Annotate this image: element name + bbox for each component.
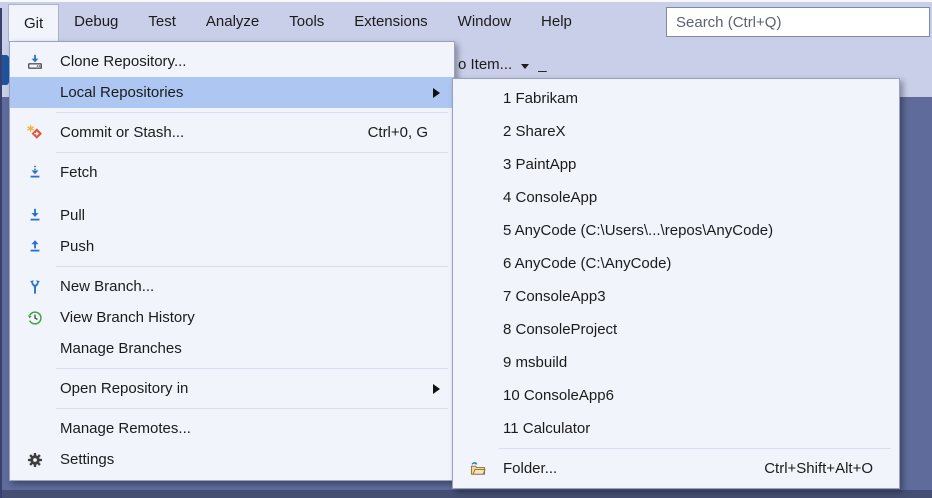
menubar-item[interactable]: Help — [526, 0, 587, 42]
menu-item-label: 3 PaintApp — [503, 156, 577, 173]
submenu-arrow-icon — [433, 87, 440, 98]
menu-item[interactable]: 5 AnyCode (C:\Users\...\repos\AnyCode) — [453, 214, 899, 247]
menubar-item[interactable]: Git — [8, 4, 60, 42]
menu-item[interactable]: 9 msbuild — [453, 346, 899, 379]
menu-separator — [499, 448, 891, 449]
menu-item-label: Commit or Stash... — [60, 124, 185, 141]
menu-item[interactable]: Settings — [10, 444, 454, 475]
menu-item-label: Local Repositories — [60, 84, 184, 101]
dropdown-caret-icon — [521, 63, 530, 69]
menu-item-label: 4 ConsoleApp — [503, 189, 598, 206]
menu-item[interactable]: Commit or Stash... Ctrl+0, G — [10, 117, 454, 148]
menu-item-label: New Branch... — [60, 278, 155, 295]
menu-item[interactable]: Local Repositories — [10, 77, 454, 108]
menu-separator — [56, 368, 448, 369]
menu-item[interactable]: 10 ConsoleApp6 — [453, 379, 899, 412]
menu-item[interactable]: 1 Fabrikam — [453, 82, 899, 115]
menubar-item[interactable]: Test — [133, 0, 191, 42]
branch-icon — [10, 279, 60, 295]
pull-icon — [10, 208, 60, 224]
window-bottom-border — [0, 490, 932, 498]
menu-item[interactable]: Folder... Ctrl+Shift+Alt+O — [453, 452, 899, 485]
menu-item[interactable]: New Branch... — [10, 271, 454, 302]
menu-item[interactable]: 8 ConsoleProject — [453, 313, 899, 346]
menu-item-label: Folder... — [503, 460, 558, 477]
menubar-item[interactable]: Tools — [274, 0, 339, 42]
menu-separator — [56, 408, 448, 409]
menu-item-label: View Branch History — [60, 309, 195, 326]
menu-item-shortcut: Ctrl+Shift+Alt+O — [764, 460, 873, 477]
menu-item[interactable]: View Branch History — [10, 302, 454, 333]
menubar-item[interactable]: Extensions — [339, 0, 442, 42]
menu-item-label: Pull — [60, 207, 86, 224]
menu-separator — [56, 266, 448, 267]
menu-item[interactable]: Manage Remotes... — [10, 413, 454, 444]
menu-item[interactable]: Fetch — [10, 157, 454, 188]
menu-item[interactable]: 4 ConsoleApp — [453, 181, 899, 214]
menu-item-label: Open Repository in — [60, 380, 189, 397]
history-icon — [10, 310, 60, 326]
menu-item-label: 11 Calculator — [503, 420, 591, 437]
menu-item[interactable]: Pull — [10, 200, 454, 231]
menu-item-label: 5 AnyCode (C:\Users\...\repos\AnyCode) — [503, 222, 774, 239]
background-icon-fragment — [2, 55, 9, 85]
background-toolbar-fragment: o Item... _ — [458, 56, 547, 73]
fetch-icon — [10, 165, 60, 181]
menu-item-label: Fetch — [60, 164, 98, 181]
menu-item[interactable]: 7 ConsoleApp3 — [453, 280, 899, 313]
gear-icon — [10, 452, 60, 468]
menu-item-label: 7 ConsoleApp3 — [503, 288, 606, 305]
menu-item[interactable]: Push — [10, 231, 454, 262]
search-input[interactable] — [666, 7, 930, 37]
menu-item[interactable]: 11 Calculator — [453, 412, 899, 445]
menu-item[interactable]: Manage Branches — [10, 333, 454, 364]
menu-item-label: Manage Branches — [60, 340, 182, 357]
clone-icon — [10, 54, 60, 70]
menu-item-label: 6 AnyCode (C:\AnyCode) — [503, 255, 672, 272]
menubar-item[interactable]: Analyze — [191, 0, 274, 42]
obscured-underscore: _ — [538, 56, 547, 73]
menu-item-label: 8 ConsoleProject — [503, 321, 618, 338]
menu-item-label: Push — [60, 238, 95, 255]
menu-item[interactable]: 6 AnyCode (C:\AnyCode) — [453, 247, 899, 280]
menu-item[interactable]: 3 PaintApp — [453, 148, 899, 181]
menu-item-shortcut: Ctrl+0, G — [367, 124, 428, 141]
submenu-arrow-icon — [433, 383, 440, 394]
push-icon — [10, 239, 60, 255]
menu-item-label: 1 Fabrikam — [503, 90, 579, 107]
git-dropdown-menu: Clone Repository... Local Repositories C… — [9, 41, 455, 481]
menu-separator — [56, 112, 448, 113]
menu-item[interactable]: Open Repository in — [10, 373, 454, 404]
menubar-item[interactable]: Debug — [59, 0, 133, 42]
commit-stash-icon — [10, 124, 60, 141]
menu-item[interactable]: Clone Repository... — [10, 46, 454, 77]
menu-item-label: Settings — [60, 451, 115, 468]
menu-item-label: 9 msbuild — [503, 354, 568, 371]
local-repositories-submenu: 1 Fabrikam 2 ShareX 3 PaintApp 4 Console… — [452, 78, 900, 489]
menu-item-label: 10 ConsoleApp6 — [503, 387, 614, 404]
menu-item[interactable]: 2 ShareX — [453, 115, 899, 148]
menu-item-label: 2 ShareX — [503, 123, 566, 140]
menu-item-label: Manage Remotes... — [60, 420, 191, 437]
menu-item-label: Clone Repository... — [60, 53, 187, 70]
menubar-item[interactable]: Window — [443, 0, 526, 42]
folder-icon — [453, 461, 503, 477]
menu-separator — [56, 152, 448, 153]
obscured-item-text: o Item... — [458, 56, 513, 73]
